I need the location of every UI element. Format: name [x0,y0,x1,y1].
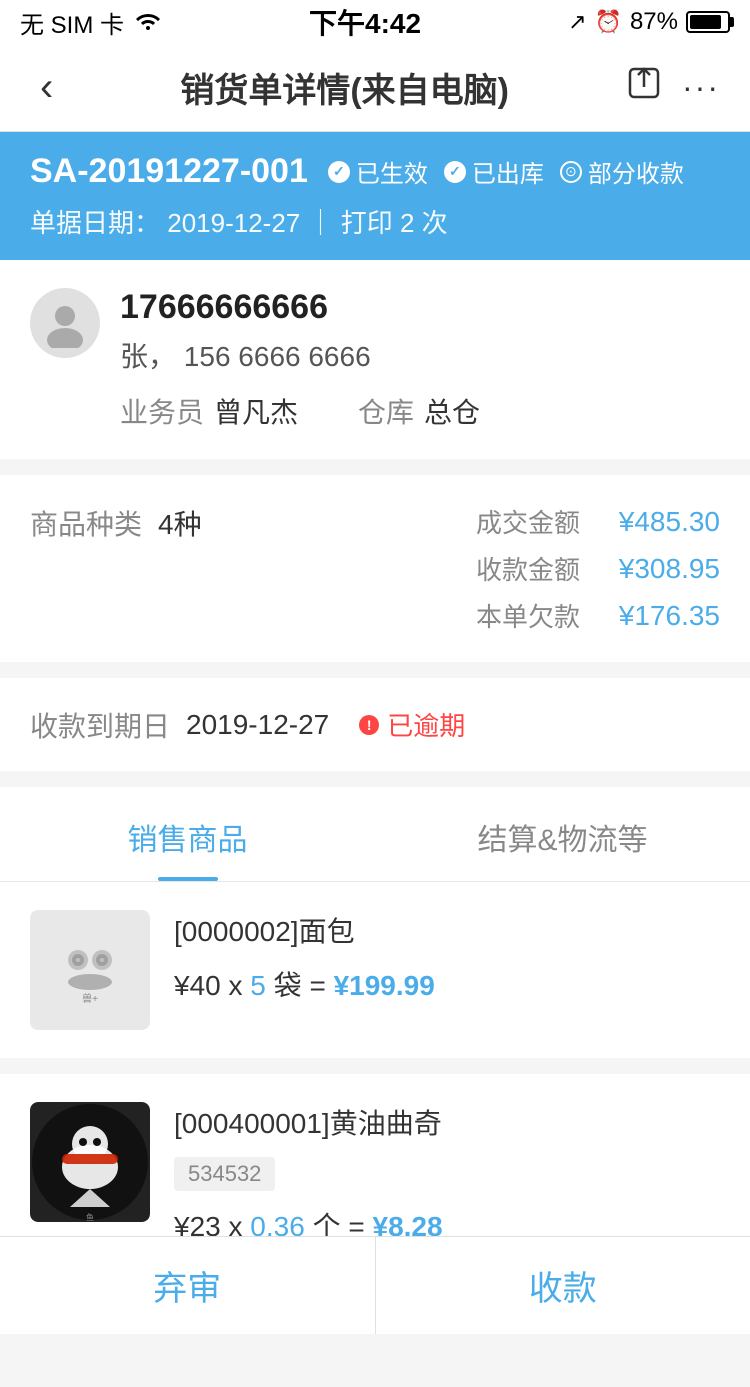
product-details-2: [000400001]黄油曲奇 534532 ¥23 x 0.36 个 = ¥8… [174,1102,720,1245]
tabs-section: 销售商品 结算&物流等 [0,787,750,882]
order-id: SA-20191227-001 [30,152,308,191]
product-thumb-1: 兽+ [30,910,150,1030]
tab-sales-products[interactable]: 销售商品 [0,787,375,881]
product-types: 商品种类 4种 [30,503,202,543]
battery-indicator [686,11,730,33]
price-unit-1: 袋 [274,970,302,1001]
price-qty-1: 5 [250,970,266,1001]
transaction-label: 成交金额 [476,503,580,540]
order-date: 2019-12-27 [167,208,300,238]
sales-label: 业务员 [120,391,204,431]
avatar [30,288,100,358]
separator: ｜ [307,208,340,238]
types-label: 商品种类 [30,503,142,543]
clock-icon: ⊙ [560,161,582,183]
battery-percent: 87% [630,8,678,36]
warehouse-value: 总仓 [424,391,480,431]
cancel-button[interactable]: 弃审 [0,1237,376,1334]
order-date-info: 单据日期： 2019-12-27 ｜ 打印 2 次 [30,203,720,240]
nav-bar: ‹ 销货单详情(来自电脑) ··· [0,44,750,132]
stats-section: 商品种类 4种 成交金额 ¥485.30 收款金额 ¥308.95 本单欠款 ¥… [0,475,750,662]
overdue-badge: ! 已逾期 [345,702,479,747]
due-label: 收款到期日 [30,705,170,745]
product-name-1: [0000002]面包 [174,910,720,950]
svg-text:兽+: 兽+ [82,992,98,1005]
status-bar: 无 SIM 卡 下午4:42 ↗ ⏰ 87% [0,0,750,44]
warehouse-info: 仓库 总仓 [358,391,480,431]
status-tag-effective: ✓ 已生效 [328,154,428,189]
due-date: 2019-12-27 [186,709,329,741]
confirm-button[interactable]: 收款 [376,1237,750,1334]
product-name-2: [000400001]黄油曲奇 [174,1102,720,1142]
customer-phone: 张， 156 6666 6666 [120,335,720,375]
collection-stat: 收款金额 ¥308.95 [476,550,720,587]
bottom-bar: 弃审 收款 [0,1236,750,1334]
check-icon-2: ✓ [444,161,466,183]
thumb-placeholder-1: 兽+ [30,910,150,1030]
tab-settlement[interactable]: 结算&物流等 [375,787,750,881]
product-list: 兽+ [0000002]面包 ¥40 x 5 袋 = ¥199.99 [0,882,750,1273]
price-eq-1: = [309,970,333,1001]
print-count: 打印 2 次 [341,208,448,238]
product-thumb-2: 鱼 [30,1102,150,1222]
product-price-1: ¥40 x 5 袋 = ¥199.99 [174,964,720,1004]
status-tag-shipped: ✓ 已出库 [444,154,544,189]
debt-label: 本单欠款 [476,597,580,634]
carrier-text: 无 SIM 卡 [20,5,124,40]
price-total-1: ¥199.99 [334,970,435,1001]
status-bar-left: 无 SIM 卡 [20,5,162,40]
status-bar-right: ↗ ⏰ 87% [568,8,730,36]
overdue-icon: ! [359,715,379,735]
product-item: 兽+ [0000002]面包 ¥40 x 5 袋 = ¥199.99 [0,882,750,1058]
tabs-row: 销售商品 结算&物流等 [0,787,750,882]
svg-text:鱼: 鱼 [86,1212,94,1222]
overdue-text: 已逾期 [387,706,465,743]
price-base-1: ¥40 [174,970,221,1001]
order-banner: SA-20191227-001 ✓ 已生效 ✓ 已出库 ⊙ 部分收款 单据日期：… [0,132,750,260]
debt-value: ¥176.35 [600,600,720,632]
transaction-stat: 成交金额 ¥485.30 [476,503,720,540]
page-title: 销货单详情(来自电脑) [180,63,509,112]
share-button[interactable] [626,65,662,110]
product-details-1: [0000002]面包 ¥40 x 5 袋 = ¥199.99 [174,910,720,1004]
alarm-icon: ⏰ [595,9,622,35]
wifi-icon [134,8,162,37]
types-count: 4种 [158,503,202,543]
sales-info: 业务员 曾凡杰 [120,391,298,431]
check-icon-1: ✓ [328,161,350,183]
customer-meta: 业务员 曾凡杰 仓库 总仓 [120,391,720,431]
due-section: 收款到期日 2019-12-27 ! 已逾期 [0,678,750,771]
warehouse-label: 仓库 [358,391,414,431]
sales-value: 曾凡杰 [214,391,298,431]
date-label: 单据日期： [30,208,160,238]
location-icon: ↗ [568,9,586,35]
collection-value: ¥308.95 [600,553,720,585]
price-x-1: x [229,970,251,1001]
transaction-value: ¥485.30 [600,506,720,538]
debt-stat: 本单欠款 ¥176.35 [476,597,720,634]
nav-actions: ··· [626,65,720,110]
customer-info: 17666666666 张， 156 6666 6666 业务员 曾凡杰 仓库 … [120,288,720,431]
customer-section: 17666666666 张， 156 6666 6666 业务员 曾凡杰 仓库 … [0,260,750,459]
financial-stats: 成交金额 ¥485.30 收款金额 ¥308.95 本单欠款 ¥176.35 [476,503,720,634]
collection-label: 收款金额 [476,550,580,587]
status-tag-partial: ⊙ 部分收款 [560,154,684,189]
customer-id: 17666666666 [120,288,720,327]
product-badge-2: 534532 [174,1157,275,1191]
back-button[interactable]: ‹ [30,55,63,120]
status-tags: ✓ 已生效 ✓ 已出库 ⊙ 部分收款 [328,154,684,189]
status-bar-time: 下午4:42 [309,2,421,42]
more-button[interactable]: ··· [682,69,720,106]
